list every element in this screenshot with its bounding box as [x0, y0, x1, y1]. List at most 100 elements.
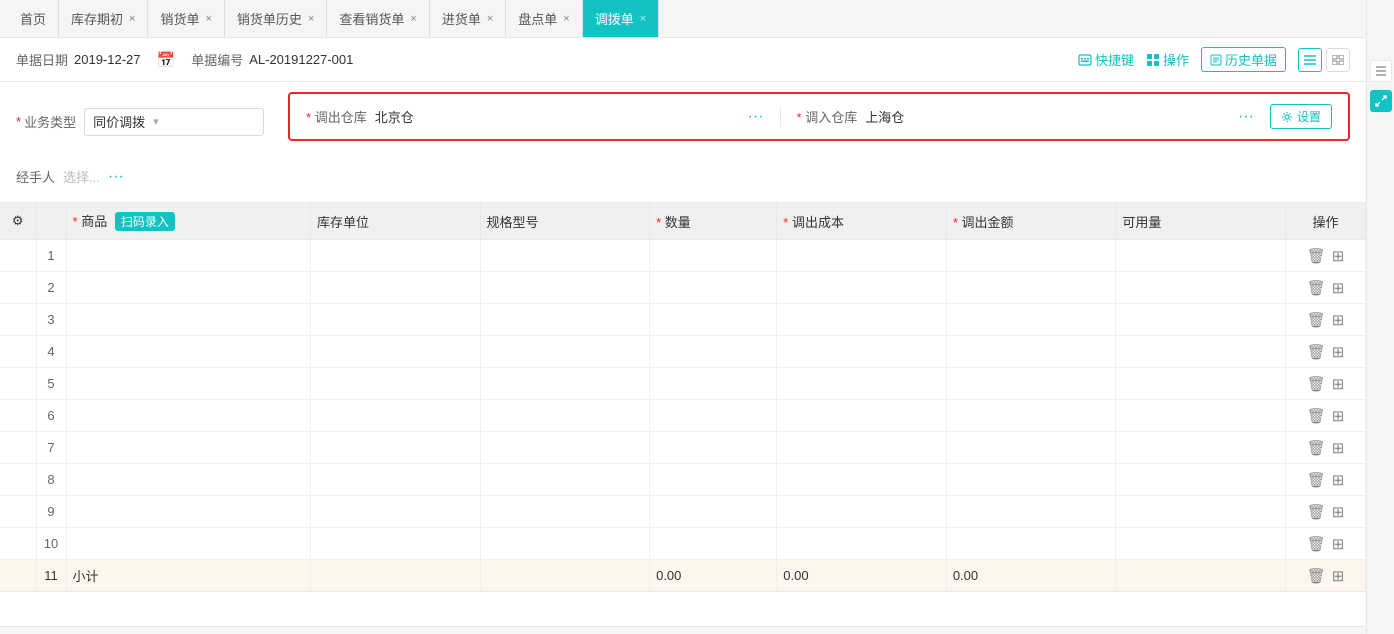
row-unit-cell[interactable]	[310, 272, 480, 304]
row-qty-cell[interactable]	[650, 336, 777, 368]
row-unit-cell[interactable]	[310, 432, 480, 464]
person-select[interactable]: 选择...	[63, 167, 100, 186]
row-spec-cell[interactable]	[480, 400, 650, 432]
row-spec-cell[interactable]	[480, 496, 650, 528]
operation-btn[interactable]: 操作	[1146, 50, 1189, 69]
delete-row-icon[interactable]: 🗑	[1307, 311, 1326, 329]
biz-type-input[interactable]: 同价调拨 ▾	[84, 108, 264, 136]
delete-row-icon[interactable]: 🗑	[1307, 407, 1326, 425]
shortcut-key-btn[interactable]: 快捷键	[1078, 50, 1134, 69]
sidebar-expand-btn[interactable]	[1370, 90, 1392, 112]
row-spec-cell[interactable]	[480, 304, 650, 336]
row-available-cell[interactable]	[1116, 304, 1286, 336]
row-unit-cell[interactable]	[310, 368, 480, 400]
row-amount-cell[interactable]	[946, 464, 1116, 496]
row-available-cell[interactable]	[1116, 496, 1286, 528]
row-qty-cell[interactable]	[650, 432, 777, 464]
row-product-cell[interactable]	[66, 528, 310, 560]
row-unit-cell[interactable]	[310, 240, 480, 272]
close-tab-purchase[interactable]: ×	[487, 13, 493, 25]
delete-row-icon[interactable]: 🗑	[1307, 503, 1326, 521]
row-amount-cell[interactable]	[946, 336, 1116, 368]
row-product-cell[interactable]	[66, 368, 310, 400]
copy-row-icon[interactable]: ⊞	[1332, 247, 1345, 265]
delete-row-icon[interactable]: 🗑	[1307, 471, 1326, 489]
row-unit-cell[interactable]	[310, 304, 480, 336]
row-available-cell[interactable]	[1116, 432, 1286, 464]
row-cost-cell[interactable]	[777, 368, 947, 400]
row-cost-cell[interactable]	[777, 528, 947, 560]
tab-sales-history[interactable]: 销货单历史 ×	[225, 0, 327, 37]
settings-button[interactable]: 设置	[1270, 104, 1332, 129]
row-spec-cell[interactable]	[480, 240, 650, 272]
scan-barcode-button[interactable]: 扫码录入	[115, 212, 175, 231]
wh-out-more[interactable]: ···	[748, 108, 764, 126]
delete-row-icon[interactable]: 🗑	[1307, 343, 1326, 361]
row-qty-cell[interactable]	[650, 496, 777, 528]
row-cost-cell[interactable]	[777, 400, 947, 432]
row-qty-cell[interactable]	[650, 400, 777, 432]
close-tab-transfer[interactable]: ×	[640, 13, 646, 25]
person-more[interactable]: ···	[108, 168, 124, 186]
row-spec-cell[interactable]	[480, 368, 650, 400]
row-unit-cell[interactable]	[310, 496, 480, 528]
row-spec-cell[interactable]	[480, 528, 650, 560]
tab-inventory-init[interactable]: 库存期初 ×	[59, 0, 148, 37]
copy-icon[interactable]: ⊞	[1332, 567, 1345, 585]
col-gear[interactable]: ⚙	[0, 203, 36, 240]
layout-list-btn[interactable]	[1298, 48, 1322, 72]
copy-row-icon[interactable]: ⊞	[1332, 535, 1345, 553]
delete-row-icon[interactable]: 🗑	[1307, 247, 1326, 265]
calendar-icon[interactable]: 📅	[157, 51, 176, 69]
row-qty-cell[interactable]	[650, 304, 777, 336]
close-tab-view-sales[interactable]: ×	[410, 13, 416, 25]
close-tab-stocktake[interactable]: ×	[563, 13, 569, 25]
delete-row-icon[interactable]: 🗑	[1307, 279, 1326, 297]
row-product-cell[interactable]	[66, 336, 310, 368]
row-qty-cell[interactable]	[650, 368, 777, 400]
row-available-cell[interactable]	[1116, 272, 1286, 304]
row-cost-cell[interactable]	[777, 272, 947, 304]
row-unit-cell[interactable]	[310, 400, 480, 432]
row-qty-cell[interactable]	[650, 528, 777, 560]
row-available-cell[interactable]	[1116, 336, 1286, 368]
row-amount-cell[interactable]	[946, 240, 1116, 272]
row-spec-cell[interactable]	[480, 272, 650, 304]
copy-row-icon[interactable]: ⊞	[1332, 503, 1345, 521]
copy-row-icon[interactable]: ⊞	[1332, 311, 1345, 329]
row-product-cell[interactable]	[66, 464, 310, 496]
close-tab-inventory-init[interactable]: ×	[129, 13, 135, 25]
close-tab-sales-order[interactable]: ×	[205, 13, 211, 25]
row-available-cell[interactable]	[1116, 528, 1286, 560]
layout-grid-btn[interactable]	[1326, 48, 1350, 72]
row-qty-cell[interactable]	[650, 464, 777, 496]
delete-icon[interactable]: 🗑	[1307, 567, 1326, 585]
row-spec-cell[interactable]	[480, 432, 650, 464]
row-available-cell[interactable]	[1116, 240, 1286, 272]
delete-row-icon[interactable]: 🗑	[1307, 439, 1326, 457]
row-unit-cell[interactable]	[310, 336, 480, 368]
row-product-cell[interactable]	[66, 400, 310, 432]
delete-row-icon[interactable]: 🗑	[1307, 535, 1326, 553]
copy-row-icon[interactable]: ⊞	[1332, 439, 1345, 457]
close-tab-sales-history[interactable]: ×	[308, 13, 314, 25]
copy-row-icon[interactable]: ⊞	[1332, 279, 1345, 297]
wh-in-more[interactable]: ···	[1238, 108, 1254, 126]
row-amount-cell[interactable]	[946, 496, 1116, 528]
row-spec-cell[interactable]	[480, 336, 650, 368]
row-product-cell[interactable]	[66, 304, 310, 336]
tab-transfer[interactable]: 调拨单 ×	[583, 0, 659, 37]
tab-purchase[interactable]: 进货单 ×	[430, 0, 506, 37]
row-available-cell[interactable]	[1116, 400, 1286, 432]
copy-row-icon[interactable]: ⊞	[1332, 343, 1345, 361]
row-amount-cell[interactable]	[946, 400, 1116, 432]
row-cost-cell[interactable]	[777, 496, 947, 528]
tab-sales-order[interactable]: 销货单 ×	[148, 0, 224, 37]
row-qty-cell[interactable]	[650, 240, 777, 272]
history-btn[interactable]: 历史单据	[1201, 47, 1286, 72]
tab-home[interactable]: 首页	[8, 0, 59, 37]
row-available-cell[interactable]	[1116, 464, 1286, 496]
row-spec-cell[interactable]	[480, 464, 650, 496]
row-cost-cell[interactable]	[777, 464, 947, 496]
row-amount-cell[interactable]	[946, 432, 1116, 464]
